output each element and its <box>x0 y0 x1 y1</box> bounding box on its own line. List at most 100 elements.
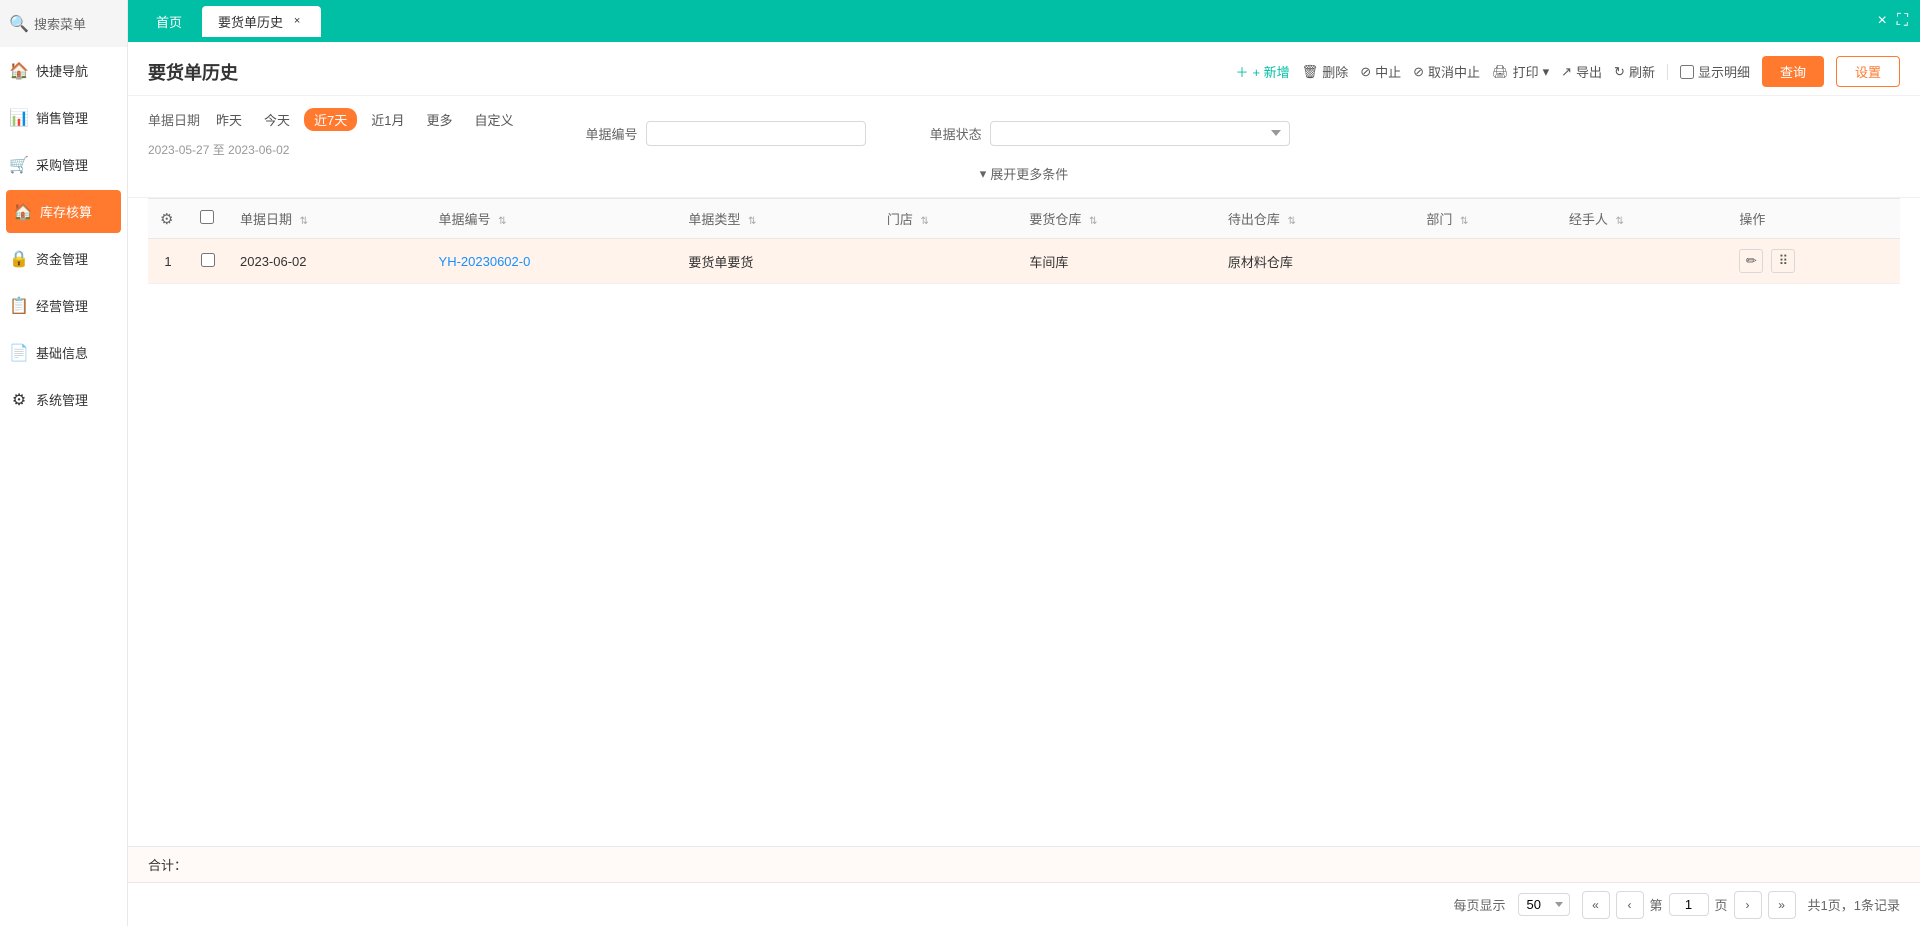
stop-icon: ⊘ <box>1360 64 1371 80</box>
sidebar-item-basic-info[interactable]: 📄 基础信息 <box>0 329 127 376</box>
print-icon: 🖨 <box>1492 64 1509 80</box>
sidebar-item-finance[interactable]: 🔒 资金管理 <box>0 235 127 282</box>
tab-close-icon[interactable]: × <box>289 13 305 29</box>
filter-row-1: 单据日期 昨天 今天 近7天 近1月 更多 自定义 2023-05-27 至 2… <box>148 108 1900 158</box>
date-btn-custom[interactable]: 自定义 <box>467 108 522 131</box>
next-page-button[interactable]: › <box>1734 891 1762 919</box>
th-pending-warehouse[interactable]: 待出仓库 <box>1216 199 1415 239</box>
pagination-bar: 每页显示 50 100 200 « ‹ 第 页 › » 共1页，1条记录 <box>128 882 1920 926</box>
cancel-stop-button[interactable]: ⊘ 取消中止 <box>1413 62 1480 81</box>
th-checkbox[interactable] <box>188 199 228 239</box>
row-checkbox-cell[interactable] <box>188 239 228 284</box>
sidebar-item-label: 销售管理 <box>36 108 88 127</box>
sidebar-item-quick-nav[interactable]: 🏠 快捷导航 <box>0 47 127 94</box>
date-btn-today[interactable]: 今天 <box>256 108 298 131</box>
basic-info-icon: 📄 <box>10 344 28 362</box>
close-window-icon[interactable]: × <box>1877 12 1886 30</box>
first-page-button[interactable]: « <box>1582 891 1610 919</box>
fullscreen-icon[interactable]: ⛶ <box>1897 12 1908 30</box>
table-row: 1 2023-06-02 YH-20230602-0 要货单要货 车间库 原材料… <box>148 239 1900 284</box>
th-settings[interactable]: ⚙ <box>148 199 188 239</box>
display-detail-label: 显示明细 <box>1698 62 1750 81</box>
date-btn-1month[interactable]: 近1月 <box>363 108 412 131</box>
date-filter-options: 昨天 今天 近7天 近1月 更多 自定义 <box>208 108 522 131</box>
toolbar: ＋ + 新增 🗑 删除 ⊘ 中止 ⊘ 取消中止 🖨 打印 <box>1235 56 1900 87</box>
th-store[interactable]: 门店 <box>875 199 1017 239</box>
status-select[interactable] <box>990 121 1290 146</box>
sidebar-item-label: 经营管理 <box>36 296 88 315</box>
page-title: 要货单历史 <box>148 59 238 85</box>
th-dept[interactable]: 部门 <box>1414 199 1556 239</box>
expand-more-area: ▾ 展开更多条件 <box>148 164 1900 183</box>
expand-more-label: 展开更多条件 <box>990 164 1068 183</box>
display-detail-input[interactable] <box>1680 65 1694 79</box>
sidebar-item-purchase[interactable]: 🛒 采购管理 <box>0 141 127 188</box>
prev-page-button[interactable]: ‹ <box>1616 891 1644 919</box>
topbar: 首页 要货单历史 × × ⛶ <box>128 0 1920 42</box>
bill-no-link[interactable]: YH-20230602-0 <box>439 254 531 269</box>
sidebar-item-system[interactable]: ⚙ 系统管理 <box>0 376 127 423</box>
tab-home[interactable]: 首页 <box>140 6 198 37</box>
row-number: 1 <box>148 239 188 284</box>
select-all-checkbox[interactable] <box>200 210 214 224</box>
row-bill-no[interactable]: YH-20230602-0 <box>427 239 677 284</box>
date-btn-yesterday[interactable]: 昨天 <box>208 108 250 131</box>
sidebar-item-operations[interactable]: 📋 经营管理 <box>0 282 127 329</box>
sort-bill-type-icon <box>748 216 756 227</box>
export-button[interactable]: ↗ 导出 <box>1561 62 1602 81</box>
th-handler[interactable]: 经手人 <box>1557 199 1728 239</box>
date-btn-7days[interactable]: 近7天 <box>304 108 357 131</box>
delete-icon: 🗑 <box>1302 64 1319 80</box>
row-delete-button[interactable]: ⠿ <box>1771 249 1795 273</box>
th-date[interactable]: 单据日期 <box>228 199 427 239</box>
cancel-stop-icon: ⊘ <box>1413 64 1424 80</box>
th-req-warehouse[interactable]: 要货仓库 <box>1017 199 1216 239</box>
sidebar-item-inventory[interactable]: 🏠 库存核算 <box>6 190 121 233</box>
new-button[interactable]: ＋ + 新增 <box>1235 62 1289 81</box>
row-pending-warehouse: 原材料仓库 <box>1216 239 1415 284</box>
settings-gear-icon[interactable]: ⚙ <box>160 211 173 228</box>
stop-button[interactable]: ⊘ 中止 <box>1360 62 1401 81</box>
sidebar-search[interactable]: 🔍 搜索菜单 <box>0 0 127 47</box>
query-button[interactable]: 查询 <box>1762 56 1824 87</box>
date-btn-more[interactable]: 更多 <box>419 108 461 131</box>
tab-requisition-history[interactable]: 要货单历史 × <box>202 6 321 37</box>
sort-handler-icon <box>1615 216 1623 227</box>
row-edit-button[interactable]: ✏ <box>1739 249 1763 273</box>
sidebar-item-sales[interactable]: 📊 销售管理 <box>0 94 127 141</box>
status-label: 单据状态 <box>930 124 982 143</box>
th-bill-no[interactable]: 单据编号 <box>427 199 677 239</box>
chevron-down-icon: ▾ <box>980 166 987 182</box>
delete-button[interactable]: 🗑 删除 <box>1302 62 1349 81</box>
content-area: 要货单历史 ＋ + 新增 🗑 删除 ⊘ 中止 ⊘ 取消中止 <box>128 42 1920 926</box>
last-page-button[interactable]: » <box>1768 891 1796 919</box>
table-footer: 合计： <box>128 846 1920 882</box>
row-store <box>875 239 1017 284</box>
delete-label: 删除 <box>1322 62 1348 81</box>
page-number-input[interactable] <box>1669 893 1709 916</box>
export-label: 导出 <box>1576 62 1602 81</box>
topbar-right-actions: × ⛶ <box>1877 12 1908 30</box>
display-detail-checkbox[interactable]: 显示明细 <box>1680 62 1750 81</box>
sidebar-item-label: 采购管理 <box>36 155 88 174</box>
expand-more-button[interactable]: ▾ 展开更多条件 <box>980 164 1069 183</box>
th-action: 操作 <box>1727 199 1900 239</box>
th-bill-type[interactable]: 单据类型 <box>676 199 875 239</box>
table-container: ⚙ 单据日期 单据编号 <box>128 198 1920 846</box>
page-size-select[interactable]: 50 100 200 <box>1518 893 1570 916</box>
print-dropdown-icon: ▾ <box>1543 64 1550 80</box>
refresh-icon: ↻ <box>1614 64 1625 80</box>
row-date: 2023-06-02 <box>228 239 427 284</box>
row-checkbox[interactable] <box>201 253 215 267</box>
refresh-button[interactable]: ↻ 刷新 <box>1614 62 1655 81</box>
search-icon: 🔍 <box>10 15 28 33</box>
print-button[interactable]: 🖨 打印 ▾ <box>1492 62 1549 81</box>
row-req-warehouse: 车间库 <box>1017 239 1216 284</box>
toolbar-divider <box>1667 64 1668 80</box>
page-size-label: 每页显示 <box>1453 895 1505 914</box>
bill-no-label: 单据编号 <box>586 124 638 143</box>
sidebar: 🔍 搜索菜单 🏠 快捷导航 📊 销售管理 🛒 采购管理 🏠 库存核算 🔒 资金管… <box>0 0 128 926</box>
bill-no-input[interactable] <box>646 121 866 146</box>
stop-label: 中止 <box>1375 62 1401 81</box>
settings-button[interactable]: 设置 <box>1836 56 1900 87</box>
